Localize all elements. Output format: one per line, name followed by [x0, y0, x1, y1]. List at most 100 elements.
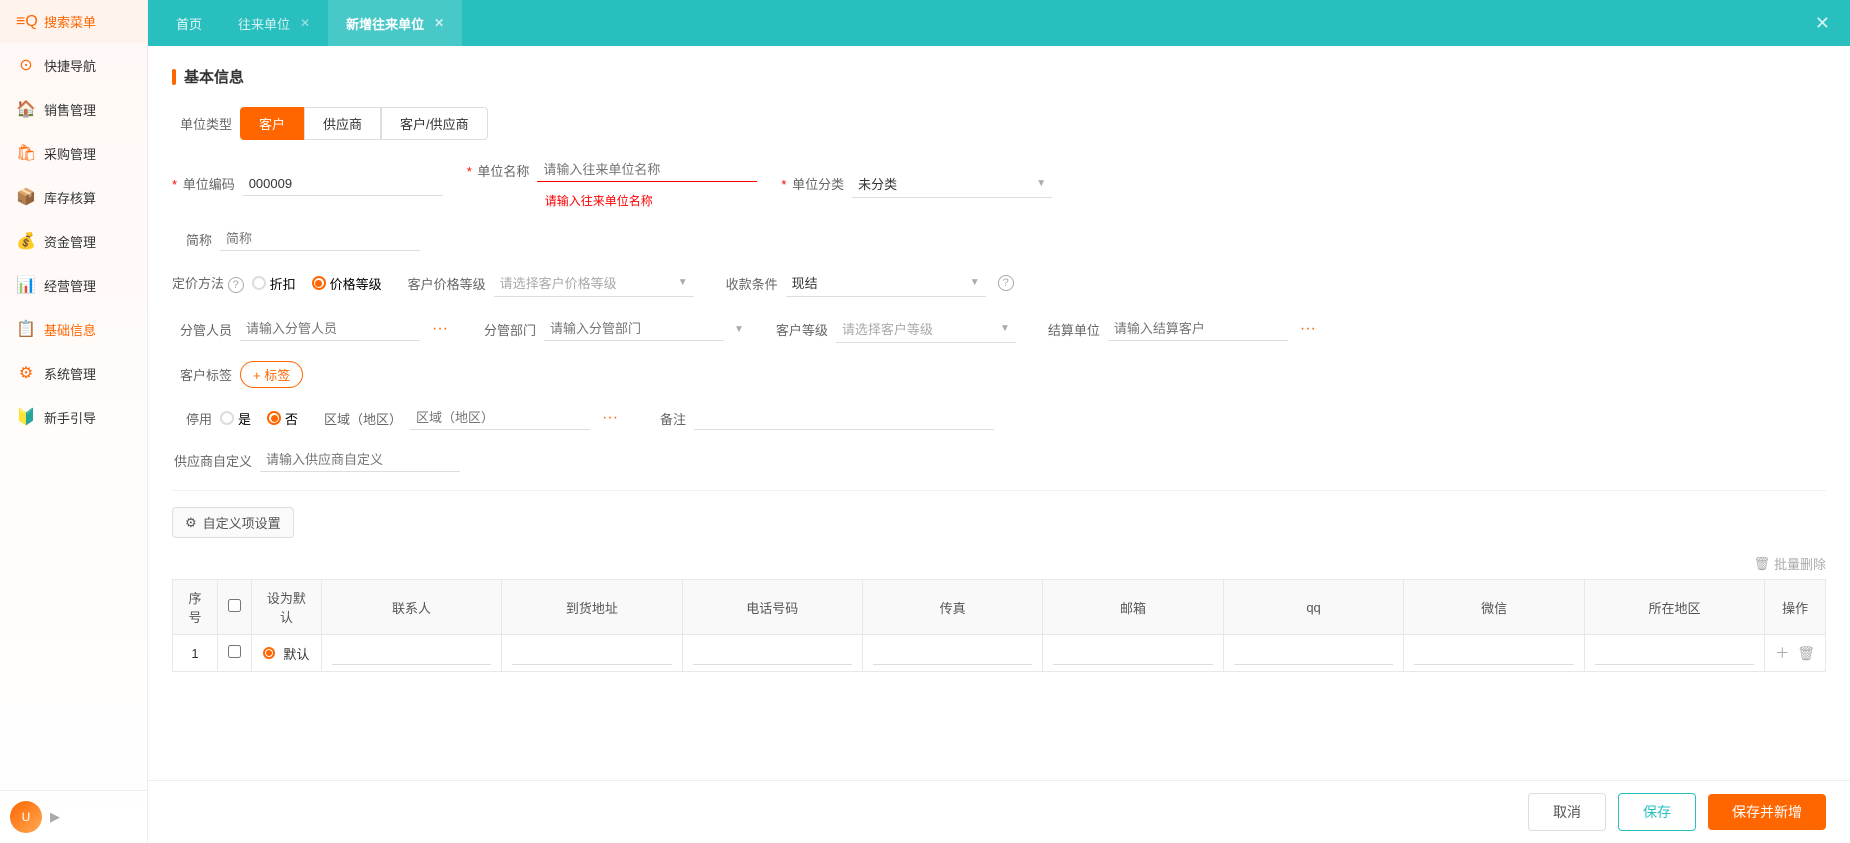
- disabled-yes-option[interactable]: 是: [220, 409, 251, 428]
- sidebar-item-guide[interactable]: 🔰 新手引导: [0, 395, 147, 439]
- td-area[interactable]: [1584, 635, 1764, 672]
- sidebar-item-inventory[interactable]: 📦 库存核算: [0, 175, 147, 219]
- sidebar-item-operations[interactable]: 📊 经营管理: [0, 263, 147, 307]
- default-radio-option[interactable]: 默认: [262, 644, 311, 663]
- payment-terms-label: 收款条件: [718, 274, 778, 293]
- sidebar-item-search[interactable]: ≡Q 搜索菜单: [0, 0, 147, 43]
- disabled-no-option[interactable]: 否: [267, 409, 298, 428]
- th-fax: 传真: [862, 580, 1042, 635]
- disabled-no-label: 否: [285, 409, 298, 428]
- pricing-level-label: 价格等级: [330, 274, 382, 293]
- pricing-discount-radio[interactable]: [252, 276, 266, 290]
- remark-input[interactable]: [694, 406, 994, 430]
- action-icons: ＋ 🗑: [1775, 643, 1815, 663]
- dept-input[interactable]: [544, 317, 724, 341]
- customer-level-placeholder: 请选择客户等级: [842, 319, 996, 338]
- dept-manager-label: 分管人员: [172, 320, 232, 339]
- settlement-unit-field: 结算单位 ···: [1040, 317, 1320, 341]
- dept-chevron: ▼: [734, 324, 744, 335]
- save-new-button[interactable]: 保存并新增: [1708, 794, 1826, 830]
- area-input[interactable]: [1595, 641, 1754, 665]
- type-btn-supplier[interactable]: 供应商: [304, 107, 381, 140]
- payment-terms-select[interactable]: 现结 ▼: [786, 269, 986, 297]
- disabled-label: 停用: [172, 409, 212, 428]
- sidebar-item-sales[interactable]: 🏠 销售管理: [0, 87, 147, 131]
- contact-input[interactable]: [332, 641, 491, 665]
- region-input[interactable]: [410, 406, 590, 430]
- batch-delete-icon: 🗑: [1753, 556, 1770, 572]
- qq-input[interactable]: [1234, 641, 1394, 665]
- sidebar-item-base-info[interactable]: 📋 基础信息: [0, 307, 147, 351]
- pricing-level-option[interactable]: 价格等级: [312, 274, 382, 293]
- unit-code-input[interactable]: [243, 172, 443, 196]
- tab-home[interactable]: 首页: [158, 0, 220, 46]
- tab-trading-units[interactable]: 往来单位 ✕: [220, 0, 328, 46]
- wechat-input[interactable]: [1414, 641, 1573, 665]
- td-email[interactable]: [1043, 635, 1223, 672]
- sidebar-item-system[interactable]: ⚙ 系统管理: [0, 351, 147, 395]
- sidebar-item-purchase[interactable]: 🛍 采购管理: [0, 131, 147, 175]
- add-row-icon[interactable]: ＋: [1775, 643, 1789, 663]
- sidebar-expand-icon[interactable]: ▶: [50, 809, 60, 825]
- default-radio[interactable]: [263, 647, 275, 659]
- tab-new-trading-unit-close[interactable]: ✕: [434, 16, 444, 30]
- unit-name-error: 请输入往来单位名称: [545, 192, 653, 209]
- supplier-custom-input[interactable]: [260, 448, 460, 472]
- select-all-checkbox[interactable]: [228, 599, 241, 612]
- td-qq[interactable]: [1223, 635, 1404, 672]
- region-field: 区域（地区） ···: [322, 406, 622, 430]
- row-checkbox[interactable]: [228, 645, 241, 658]
- payment-help-icon[interactable]: ?: [998, 275, 1014, 291]
- pricing-method-field: 定价方法 ? 折扣 价格等级: [172, 273, 382, 293]
- unit-code-field: * 单位编码: [172, 172, 443, 196]
- manager-dept-row: 分管人员 ··· 分管部门 ▼ 客户等级 请选择客户等级 ▼ 结算单位 ···: [172, 315, 1826, 343]
- unit-name-input[interactable]: [537, 158, 757, 182]
- save-button[interactable]: 保存: [1618, 793, 1696, 831]
- pricing-discount-option[interactable]: 折扣: [252, 274, 296, 293]
- pricing-discount-label: 折扣: [270, 274, 296, 293]
- sidebar-item-quick-nav[interactable]: ⊙ 快捷导航: [0, 43, 147, 87]
- short-name-input[interactable]: [220, 227, 420, 251]
- add-tag-button[interactable]: + 标签: [240, 361, 303, 388]
- th-seq: 序号: [173, 580, 218, 635]
- td-wechat[interactable]: [1404, 635, 1584, 672]
- tab-trading-units-close[interactable]: ✕: [300, 16, 310, 30]
- td-phone[interactable]: [682, 635, 862, 672]
- settlement-unit-more[interactable]: ···: [1296, 320, 1320, 338]
- sidebar-item-finance[interactable]: 💰 资金管理: [0, 219, 147, 263]
- dept-manager-input[interactable]: [240, 317, 420, 341]
- tab-new-trading-unit[interactable]: 新增往来单位 ✕: [328, 0, 462, 46]
- email-input[interactable]: [1053, 641, 1212, 665]
- fax-input[interactable]: [873, 641, 1032, 665]
- td-fax[interactable]: [862, 635, 1042, 672]
- customer-price-level-select[interactable]: 请选择客户价格等级 ▼: [494, 269, 694, 297]
- pricing-level-dot: [315, 280, 322, 287]
- type-btn-customer[interactable]: 客户: [240, 107, 304, 140]
- delete-row-icon[interactable]: 🗑: [1797, 645, 1815, 662]
- code-name-category-row: * 单位编码 * 单位名称 请输入往来单位名称 * 单位分类: [172, 158, 1826, 209]
- tab-bar-close-button[interactable]: ✕: [1805, 13, 1840, 34]
- tab-home-label: 首页: [176, 14, 202, 33]
- disabled-no-radio[interactable]: [267, 411, 281, 425]
- dept-manager-more[interactable]: ···: [428, 320, 452, 338]
- type-btn-both[interactable]: 客户/供应商: [381, 107, 488, 140]
- address-input[interactable]: [512, 641, 671, 665]
- settlement-unit-input[interactable]: [1108, 317, 1288, 341]
- td-contact[interactable]: [321, 635, 501, 672]
- customer-price-level-label: 客户价格等级: [406, 274, 486, 293]
- cancel-button[interactable]: 取消: [1528, 793, 1606, 831]
- phone-input[interactable]: [693, 641, 852, 665]
- custom-settings-button[interactable]: ⚙ 自定义项设置: [172, 507, 294, 538]
- region-more[interactable]: ···: [598, 409, 622, 427]
- td-address[interactable]: [502, 635, 682, 672]
- td-default: 默认: [251, 635, 321, 672]
- disabled-yes-radio[interactable]: [220, 411, 234, 425]
- pricing-help-icon[interactable]: ?: [228, 277, 244, 293]
- batch-delete-label[interactable]: 批量删除: [1774, 554, 1826, 573]
- tab-new-trading-unit-label: 新增往来单位: [346, 14, 424, 33]
- unit-category-select[interactable]: 未分类 ▼: [852, 170, 1052, 198]
- pricing-level-radio[interactable]: [312, 276, 326, 290]
- customer-level-select[interactable]: 请选择客户等级 ▼: [836, 315, 1016, 343]
- table-row: 1 默认: [173, 635, 1826, 672]
- custom-settings-label: 自定义项设置: [203, 513, 281, 532]
